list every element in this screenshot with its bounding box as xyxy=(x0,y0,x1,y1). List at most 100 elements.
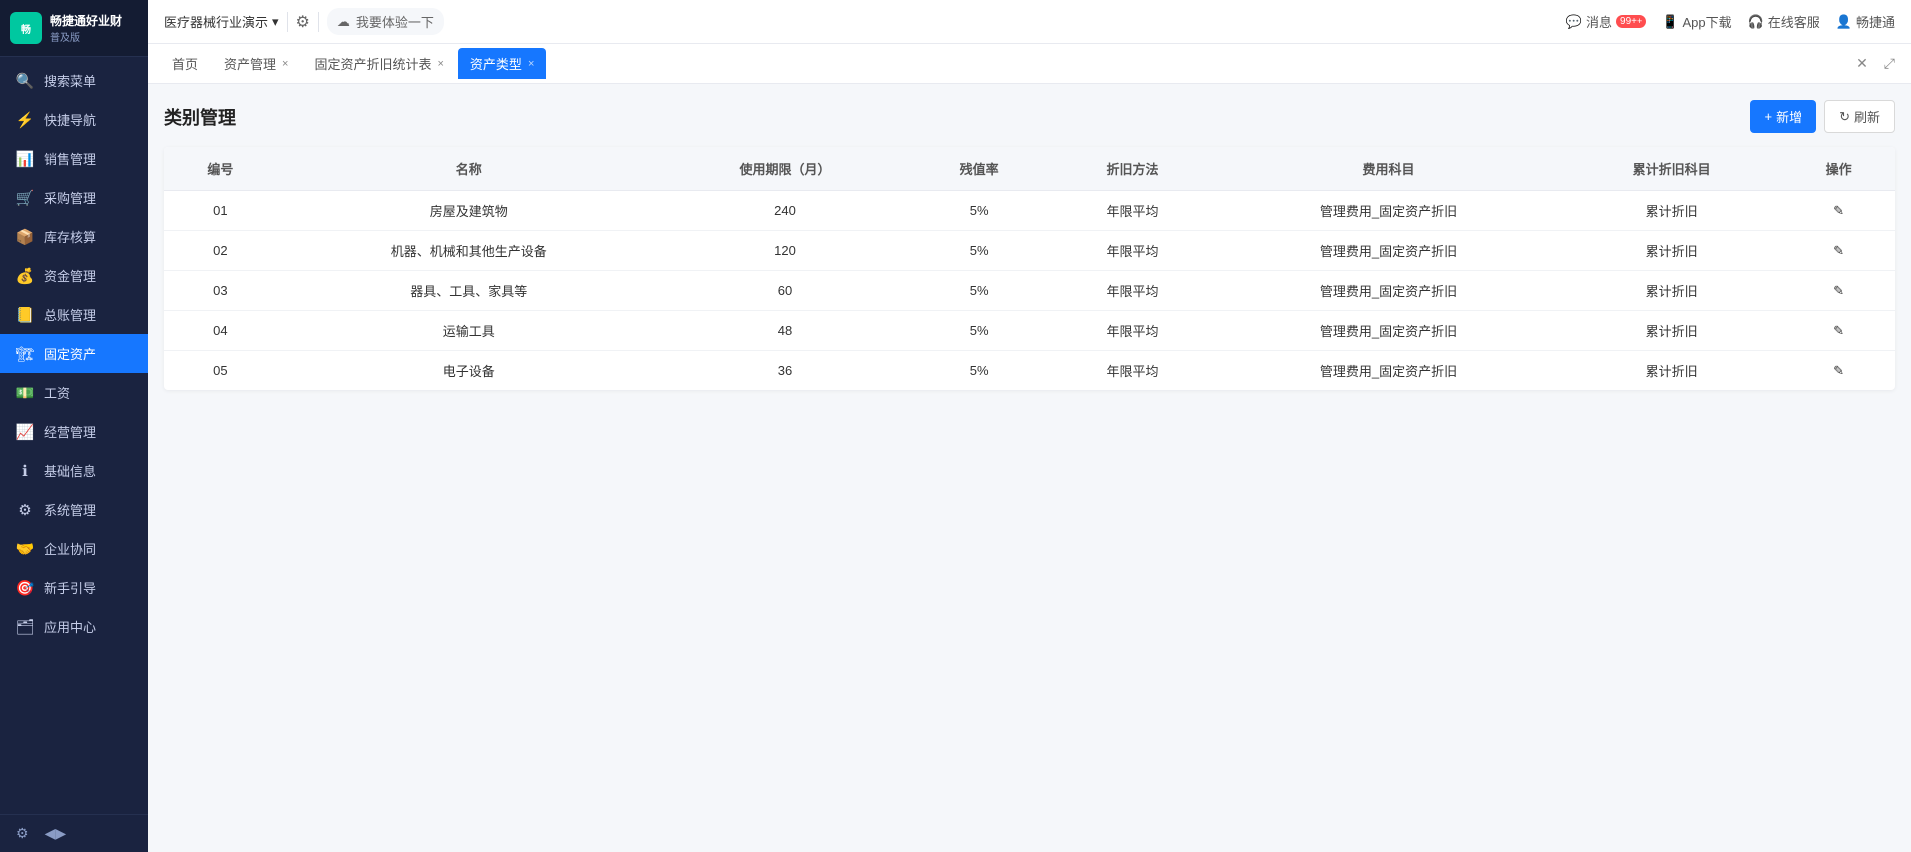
sidebar-label-ledger: 总账管理 xyxy=(44,305,96,324)
app-download-button[interactable]: 📱 App下载 xyxy=(1662,12,1731,31)
sidebar-label-payroll: 工资 xyxy=(44,383,70,402)
close-tab-icon[interactable]: ✕ xyxy=(1852,51,1872,76)
tab-label-depreciation: 固定资产折旧统计表 xyxy=(314,54,431,73)
add-icon: + xyxy=(1764,109,1772,124)
sidebar-icon-sales: 📊 xyxy=(16,150,34,168)
table-row: 02机器、机械和其他生产设备1205%年限平均管理费用_固定资产折旧累计折旧✎ xyxy=(164,231,1895,271)
sidebar-icon-fixed-assets: 🏗 xyxy=(16,345,34,363)
sidebar-label-operations: 经营管理 xyxy=(44,422,96,441)
sidebar-icon-finance: 💰 xyxy=(16,267,34,285)
table-head: 编号名称使用期限（月）残值率折旧方法费用科目累计折旧科目操作 xyxy=(164,147,1895,191)
sidebar-item-quick-nav[interactable]: ⚡ 快捷导航 xyxy=(0,100,148,139)
table-cell: 48 xyxy=(661,311,909,351)
messages-badge: 99++ xyxy=(1616,15,1646,28)
sidebar-item-system[interactable]: ⚙ 系统管理 xyxy=(0,490,148,529)
category-table: 编号名称使用期限（月）残值率折旧方法费用科目累计折旧科目操作 01房屋及建筑物2… xyxy=(164,147,1895,390)
table-cell: 管理费用_固定资产折旧 xyxy=(1216,271,1561,311)
table-cell: 累计折旧 xyxy=(1561,271,1782,311)
sidebar-item-cooperation[interactable]: 🤝 企业协同 xyxy=(0,529,148,568)
col-header: 累计折旧科目 xyxy=(1561,147,1782,191)
sidebar-item-app-center[interactable]: 🗂 应用中心 xyxy=(0,607,148,646)
table-cell: 管理费用_固定资产折旧 xyxy=(1216,191,1561,231)
table-row: 05电子设备365%年限平均管理费用_固定资产折旧累计折旧✎ xyxy=(164,351,1895,391)
table-cell: 04 xyxy=(164,311,277,351)
edit-button[interactable]: ✎ xyxy=(1782,351,1895,391)
sidebar-header: 畅 畅捷通好业财 普及版 xyxy=(0,0,148,57)
sidebar-label-sales: 销售管理 xyxy=(44,149,96,168)
chevron-down-icon: ▾ xyxy=(272,14,279,30)
messages-button[interactable]: 💬 消息 99++ xyxy=(1566,12,1646,31)
table-cell: 03 xyxy=(164,271,277,311)
sidebar-item-ledger[interactable]: 📒 总账管理 xyxy=(0,295,148,334)
sidebar-icon-guide: 🎯 xyxy=(16,579,34,597)
user-menu[interactable]: 👤 畅捷通 xyxy=(1836,12,1895,31)
sidebar-icon-inventory: 📦 xyxy=(16,228,34,246)
sidebar-label-search: 搜索菜单 xyxy=(44,71,96,90)
sidebar-item-finance[interactable]: 💰 资金管理 xyxy=(0,256,148,295)
experience-button[interactable]: ☁ 我要体验一下 xyxy=(327,8,444,35)
table-row: 01房屋及建筑物2405%年限平均管理费用_固定资产折旧累计折旧✎ xyxy=(164,191,1895,231)
message-icon: 💬 xyxy=(1566,14,1582,30)
sidebar-item-search[interactable]: 🔍 搜索菜单 xyxy=(0,61,148,100)
sidebar-icon-app-center: 🗂 xyxy=(16,618,34,636)
collapse-icon[interactable]: ◀▶ xyxy=(45,825,67,842)
topbar-right: 💬 消息 99++ 📱 App下载 🎧 在线客服 👤 畅捷通 xyxy=(1566,12,1895,31)
sidebar-item-basic-info[interactable]: ℹ 基础信息 xyxy=(0,451,148,490)
tab-depreciation[interactable]: 固定资产折旧统计表 × xyxy=(302,48,455,79)
sidebar-item-operations[interactable]: 📈 经营管理 xyxy=(0,412,148,451)
tab-asset-mgmt[interactable]: 资产管理 × xyxy=(212,48,300,79)
topbar-divider xyxy=(287,12,288,32)
industry-selector[interactable]: 医疗器械行业演示 ▾ xyxy=(164,12,279,31)
refresh-button[interactable]: ↻ 刷新 xyxy=(1824,100,1895,133)
table-cell: 管理费用_固定资产折旧 xyxy=(1216,231,1561,271)
table-cell: 5% xyxy=(909,271,1049,311)
tab-label-asset-mgmt: 资产管理 xyxy=(224,54,276,73)
tab-close-asset-type[interactable]: × xyxy=(528,58,534,70)
edit-button[interactable]: ✎ xyxy=(1782,271,1895,311)
customer-service-button[interactable]: 🎧 在线客服 xyxy=(1748,12,1820,31)
topbar-divider2 xyxy=(318,12,319,32)
table-cell: 01 xyxy=(164,191,277,231)
settings-icon[interactable]: ⚙ xyxy=(16,825,29,842)
sidebar-item-purchase[interactable]: 🛒 采购管理 xyxy=(0,178,148,217)
edit-button[interactable]: ✎ xyxy=(1782,191,1895,231)
sidebar-item-fixed-assets[interactable]: 🏗 固定资产 xyxy=(0,334,148,373)
sidebar-icon-cooperation: 🤝 xyxy=(16,540,34,558)
table-cell: 年限平均 xyxy=(1049,311,1216,351)
content-area: 类别管理 + 新增 ↻ 刷新 编号名称使用期限（月）残值率折旧方法费用科目累计折… xyxy=(148,84,1911,852)
app-logo: 畅 xyxy=(10,12,42,44)
sidebar-icon-payroll: 💵 xyxy=(16,384,34,402)
main-area: 医疗器械行业演示 ▾ ⚙ ☁ 我要体验一下 💬 消息 99++ 📱 App下载 xyxy=(148,0,1911,852)
table-cell: 年限平均 xyxy=(1049,231,1216,271)
sidebar-footer: ⚙ ◀▶ xyxy=(0,814,148,852)
sidebar-label-purchase: 采购管理 xyxy=(44,188,96,207)
tab-close-asset-mgmt[interactable]: × xyxy=(282,58,288,70)
settings-gear-icon[interactable]: ⚙ xyxy=(296,12,310,32)
table-cell: 36 xyxy=(661,351,909,391)
table-cell: 05 xyxy=(164,351,277,391)
tab-asset-type[interactable]: 资产类型× xyxy=(458,48,546,79)
table-cell: 年限平均 xyxy=(1049,351,1216,391)
expand-tab-icon[interactable]: ⤢ xyxy=(1880,51,1899,76)
page-actions: + 新增 ↻ 刷新 xyxy=(1750,100,1895,133)
sidebar-item-payroll[interactable]: 💵 工资 xyxy=(0,373,148,412)
sidebar-item-guide[interactable]: 🎯 新手引导 xyxy=(0,568,148,607)
tabs-bar: 首页资产管理×固定资产折旧统计表×资产类型× ✕ ⤢ xyxy=(148,44,1911,84)
edit-button[interactable]: ✎ xyxy=(1782,231,1895,271)
edit-button[interactable]: ✎ xyxy=(1782,311,1895,351)
page-header: 类别管理 + 新增 ↻ 刷新 xyxy=(164,100,1895,133)
refresh-icon: ↻ xyxy=(1839,109,1850,125)
table-cell: 累计折旧 xyxy=(1561,311,1782,351)
tab-close-depreciation[interactable]: × xyxy=(437,58,443,70)
tab-home[interactable]: 首页 xyxy=(160,48,210,79)
sidebar-item-inventory[interactable]: 📦 库存核算 xyxy=(0,217,148,256)
sidebar-item-sales[interactable]: 📊 销售管理 xyxy=(0,139,148,178)
table-cell: 房屋及建筑物 xyxy=(277,191,661,231)
table-cell: 累计折旧 xyxy=(1561,191,1782,231)
sidebar-icon-search: 🔍 xyxy=(16,72,34,90)
sidebar-nav: 🔍 搜索菜单 ⚡ 快捷导航 📊 销售管理 🛒 采购管理 📦 库存核算 💰 资金管… xyxy=(0,57,148,814)
app-name: 畅捷通好业财 xyxy=(50,12,122,29)
add-button[interactable]: + 新增 xyxy=(1750,100,1816,133)
sidebar-icon-operations: 📈 xyxy=(16,423,34,441)
download-icon: 📱 xyxy=(1662,14,1678,30)
